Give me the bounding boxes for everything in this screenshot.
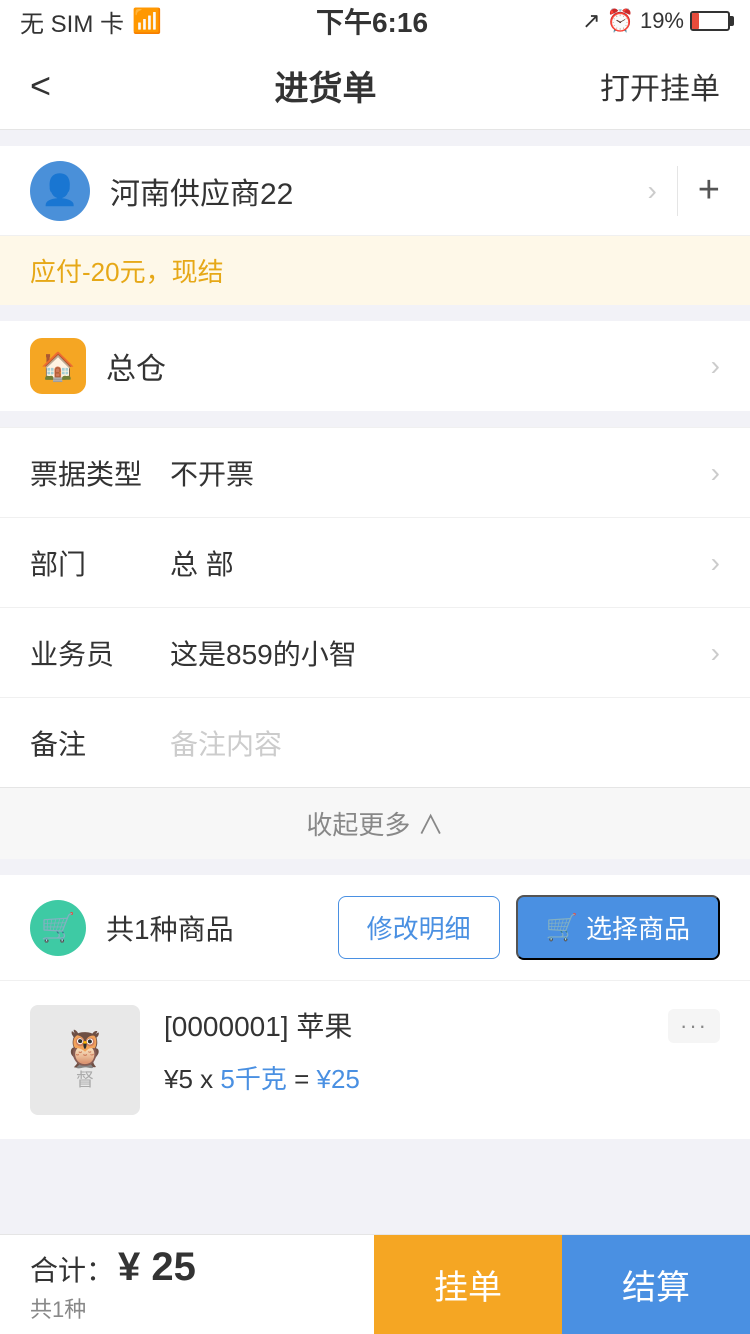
alarm-icon: ⏰ bbox=[607, 8, 634, 34]
more-dots-icon: ··· bbox=[668, 1009, 720, 1043]
owl-icon: 🦉督 bbox=[63, 1028, 108, 1092]
remark-row[interactable]: 备注 备注内容 bbox=[0, 697, 750, 787]
invoice-value: 不开票 bbox=[150, 453, 711, 493]
modify-detail-button[interactable]: 修改明细 bbox=[338, 896, 500, 959]
product-count: 共1种商品 bbox=[106, 908, 338, 948]
supplier-row[interactable]: 👤 河南供应商22 › + bbox=[0, 146, 750, 236]
warehouse-row[interactable]: 🏠 总仓 › bbox=[0, 321, 750, 411]
notice-bar: 应付-20元，现结 bbox=[0, 236, 750, 305]
warehouse-icon-wrap: 🏠 bbox=[30, 338, 86, 394]
hang-button[interactable]: 挂单 bbox=[374, 1235, 562, 1334]
select-product-label: 选择商品 bbox=[586, 909, 690, 946]
divider-3 bbox=[0, 411, 750, 427]
bottom-bar: 合计： ¥ 25 共1种 挂单 结算 bbox=[0, 1234, 750, 1334]
dept-row[interactable]: 部门 总 部 › bbox=[0, 517, 750, 607]
collapse-bar[interactable]: 收起更多 ∧ bbox=[0, 787, 750, 859]
dept-value: 总 部 bbox=[150, 543, 711, 583]
salesperson-label: 业务员 bbox=[30, 633, 150, 673]
user-icon: 👤 bbox=[41, 173, 78, 208]
checkout-button[interactable]: 结算 bbox=[562, 1235, 750, 1334]
vertical-divider bbox=[677, 166, 678, 216]
battery-percent: 19% bbox=[640, 8, 684, 34]
invoice-row[interactable]: 票据类型 不开票 › bbox=[0, 427, 750, 517]
warehouse-chevron-icon: › bbox=[711, 350, 720, 382]
warehouse-card: 🏠 总仓 › bbox=[0, 321, 750, 411]
product-section: 🛒 共1种商品 修改明细 🛒 选择商品 🦉督 [0000001] 苹果 ¥5 x… bbox=[0, 875, 750, 1139]
cart-icon: 🛒 bbox=[41, 911, 76, 944]
warehouse-name: 总仓 bbox=[106, 344, 711, 388]
total-section: 合计： ¥ 25 共1种 bbox=[0, 1245, 374, 1324]
dept-chevron-icon: › bbox=[711, 547, 720, 579]
price-separator: x bbox=[200, 1064, 220, 1094]
invoice-chevron-icon: › bbox=[711, 457, 720, 489]
price-equals: = bbox=[294, 1064, 316, 1094]
collapse-label: 收起更多 ∧ bbox=[306, 805, 443, 842]
salesperson-chevron-icon: › bbox=[711, 637, 720, 669]
product-name: [0000001] 苹果 bbox=[164, 1005, 660, 1045]
status-right: ↗ ⏰ 19% bbox=[582, 8, 730, 34]
supplier-name: 河南供应商22 bbox=[110, 169, 647, 213]
wifi-icon: 📶 bbox=[132, 7, 162, 36]
product-item: 🦉督 [0000001] 苹果 ¥5 x 5千克 = ¥25 ··· bbox=[0, 981, 750, 1139]
total-row: 合计： ¥ 25 bbox=[30, 1245, 344, 1290]
battery-icon bbox=[690, 11, 730, 31]
status-bar: 无 SIM 卡 📶 下午6:16 ↗ ⏰ 19% bbox=[0, 0, 750, 42]
remark-label: 备注 bbox=[30, 723, 150, 763]
product-thumbnail: 🦉督 bbox=[30, 1005, 140, 1115]
nav-bar: < 进货单 打开挂单 bbox=[0, 42, 750, 130]
remark-placeholder: 备注内容 bbox=[150, 723, 720, 763]
product-price: ¥5 x 5千克 = ¥25 bbox=[164, 1059, 660, 1096]
page-title: 进货单 bbox=[275, 61, 377, 110]
total-count: 共1种 bbox=[30, 1292, 344, 1324]
signal-text: 无 SIM 卡 bbox=[20, 4, 124, 39]
select-product-button[interactable]: 🛒 选择商品 bbox=[516, 895, 720, 960]
product-icon-wrap: 🛒 bbox=[30, 900, 86, 956]
dept-label: 部门 bbox=[30, 543, 150, 583]
product-info: [0000001] 苹果 ¥5 x 5千克 = ¥25 bbox=[164, 1005, 660, 1096]
select-cart-icon: 🛒 bbox=[546, 912, 578, 943]
notice-text: 应付-20元，现结 bbox=[30, 257, 224, 287]
avatar: 👤 bbox=[30, 161, 90, 221]
divider-2 bbox=[0, 305, 750, 321]
price-base: ¥5 bbox=[164, 1064, 193, 1094]
status-left: 无 SIM 卡 📶 bbox=[20, 4, 162, 39]
total-label: 合计： bbox=[30, 1249, 114, 1289]
chevron-right-icon: › bbox=[647, 175, 656, 207]
supplier-card: 👤 河南供应商22 › + 应付-20元，现结 bbox=[0, 146, 750, 305]
divider-1 bbox=[0, 130, 750, 146]
open-hang-button[interactable]: 打开挂单 bbox=[600, 64, 720, 108]
price-total: ¥25 bbox=[317, 1064, 360, 1094]
product-more[interactable]: ··· bbox=[660, 1005, 720, 1043]
status-time: 下午6:16 bbox=[316, 1, 428, 41]
salesperson-row[interactable]: 业务员 这是859的小智 › bbox=[0, 607, 750, 697]
total-amount: ¥ 25 bbox=[118, 1245, 196, 1290]
price-qty: 5千克 bbox=[220, 1064, 286, 1094]
warehouse-icon: 🏠 bbox=[41, 350, 76, 383]
product-header: 🛒 共1种商品 修改明细 🛒 选择商品 bbox=[0, 875, 750, 981]
form-card: 票据类型 不开票 › 部门 总 部 › 业务员 这是859的小智 › 备注 备注… bbox=[0, 427, 750, 859]
invoice-label: 票据类型 bbox=[30, 453, 150, 493]
add-button[interactable]: + bbox=[698, 169, 720, 212]
back-button[interactable]: < bbox=[30, 65, 51, 107]
direction-icon: ↗ bbox=[582, 8, 600, 34]
salesperson-value: 这是859的小智 bbox=[150, 633, 711, 673]
